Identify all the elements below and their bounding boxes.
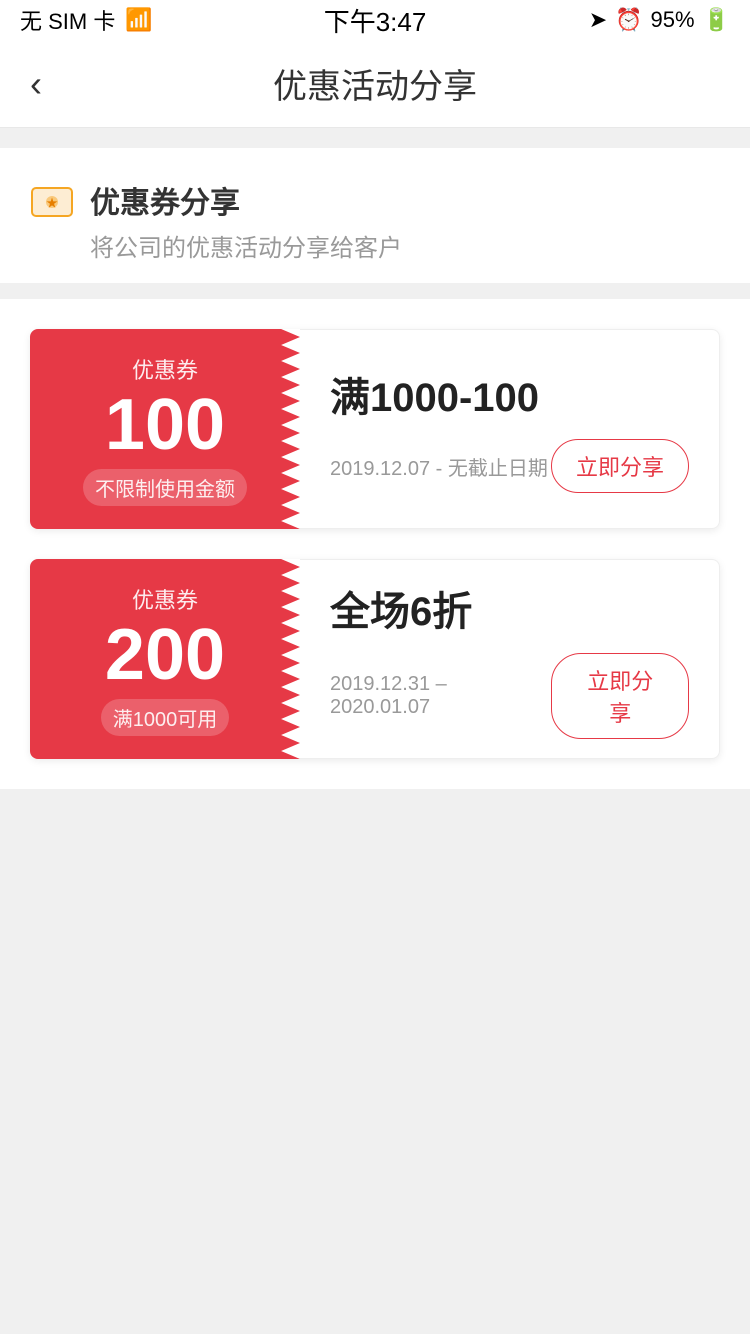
- no-sim-label: 无 SIM 卡: [20, 4, 115, 36]
- status-left: 无 SIM 卡 📶: [20, 4, 153, 36]
- coupon-condition-2: 满1000可用: [101, 699, 230, 736]
- alarm-icon: ⏰: [615, 7, 642, 33]
- coupon-right-2: 全场6折 2019.12.31 – 2020.01.07 立即分享: [300, 559, 720, 759]
- coupon-date-2: 2019.12.31 – 2020.01.07: [330, 673, 551, 719]
- status-right: ➤ ⏰ 95% 🔋: [589, 7, 730, 33]
- share-button-1[interactable]: 立即分享: [551, 439, 689, 493]
- section-text: 优惠券分享 将公司的优惠活动分享给客户: [90, 178, 402, 263]
- page-title: 优惠活动分享: [273, 59, 477, 108]
- coupon-date-1: 2019.12.07 - 无截止日期: [330, 452, 548, 481]
- coupon-right-1: 满1000-100 2019.12.07 - 无截止日期 立即分享: [300, 329, 720, 529]
- coupon-label-1: 优惠券: [132, 353, 198, 385]
- coupon-amount-1: 100: [105, 389, 225, 461]
- coupon-label-2: 优惠券: [132, 583, 198, 615]
- coupon-bottom-2: 2019.12.31 – 2020.01.07 立即分享: [330, 653, 689, 739]
- coupon-title-1: 满1000-100: [330, 365, 689, 423]
- svg-text:★: ★: [47, 196, 58, 210]
- section-subtitle: 将公司的优惠活动分享给客户: [90, 228, 402, 263]
- nav-bar: ‹ 优惠活动分享: [0, 40, 750, 128]
- section-coupon-icon: ★: [30, 180, 74, 224]
- coupon-condition-1: 不限制使用金额: [83, 469, 247, 506]
- coupon-card-2: 优惠券 200 满1000可用 全场6折 2019.12.31 – 2020.0…: [30, 559, 720, 759]
- battery-label: 95%: [651, 7, 695, 33]
- back-button[interactable]: ‹: [30, 63, 42, 105]
- coupon-title-2: 全场6折: [330, 579, 689, 637]
- section-title: 优惠券分享: [90, 178, 402, 222]
- location-icon: ➤: [589, 7, 607, 33]
- battery-icon: 🔋: [703, 7, 730, 33]
- status-bar: 无 SIM 卡 📶 下午3:47 ➤ ⏰ 95% 🔋: [0, 0, 750, 40]
- share-button-2[interactable]: 立即分享: [551, 653, 689, 739]
- coupon-left-1: 优惠券 100 不限制使用金额: [30, 329, 300, 529]
- wifi-icon: 📶: [125, 7, 152, 33]
- coupon-card-1: 优惠券 100 不限制使用金额 满1000-100 2019.12.07 - 无…: [30, 329, 720, 529]
- coupon-amount-2: 200: [105, 619, 225, 691]
- coupon-left-2: 优惠券 200 满1000可用: [30, 559, 300, 759]
- coupons-container: 优惠券 100 不限制使用金额 满1000-100 2019.12.07 - 无…: [0, 299, 750, 789]
- status-time: 下午3:47: [324, 2, 427, 39]
- section-header: ★ 优惠券分享 将公司的优惠活动分享给客户: [0, 148, 750, 283]
- coupon-bottom-1: 2019.12.07 - 无截止日期 立即分享: [330, 439, 689, 493]
